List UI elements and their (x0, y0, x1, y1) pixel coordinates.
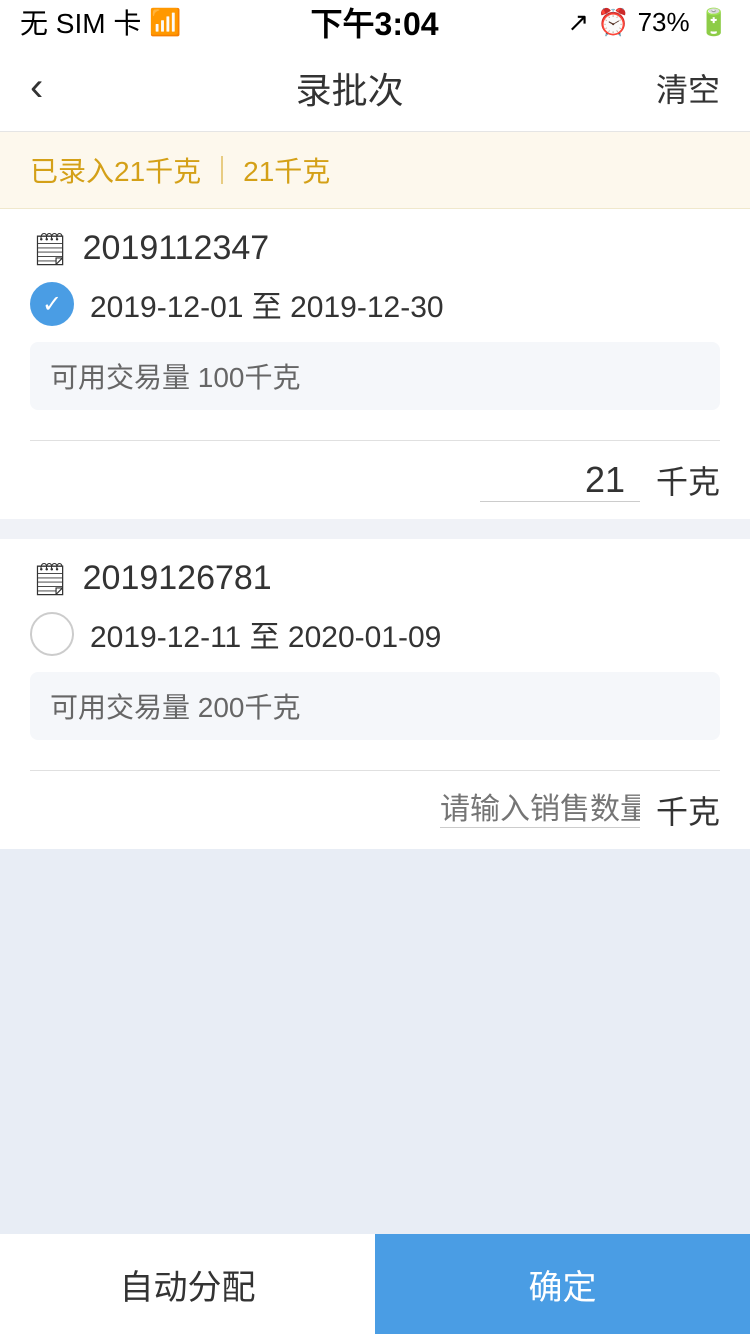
location-icon: ↗ (567, 7, 589, 38)
section-gap (0, 519, 750, 539)
batch-2-date-row[interactable]: 2019-12-11 至 2020-01-09 (30, 612, 720, 656)
battery-icon: 🔋 (698, 7, 730, 38)
batch-2-availability: 可用交易量 200千克 (30, 672, 720, 740)
batch-1-id: 2019112347 (83, 229, 270, 268)
auto-distribute-button[interactable]: 自动分配 (0, 1234, 375, 1334)
batch-2-item: 🗒 2019126781 2019-12-11 至 2020-01-09 可用交… (0, 539, 750, 770)
batch-1-card: 🗒 2019112347 ✓ 2019-12-01 至 2019-12-30 可… (0, 209, 750, 519)
status-time: 下午3:04 (311, 0, 439, 45)
status-bar: 无 SIM 卡 📶 下午3:04 ↗ ⏰ 73% 🔋 (0, 0, 750, 44)
recorded-amount: 已录入21千克 (30, 150, 201, 190)
batch-2-header: 🗒 2019126781 (30, 559, 720, 598)
back-button[interactable]: ‹ (30, 65, 43, 110)
batch-2-input-row: 千克 (0, 771, 750, 849)
batch-1-item: 🗒 2019112347 ✓ 2019-12-01 至 2019-12-30 可… (0, 209, 750, 440)
batch-2-date: 2019-12-11 至 2020-01-09 (90, 612, 441, 656)
batch-1-unit: 千克 (656, 457, 720, 503)
batch-1-header: 🗒 2019112347 (30, 229, 720, 268)
clear-button[interactable]: 清空 (656, 65, 720, 111)
batch-2-unit: 千克 (656, 787, 720, 833)
batch-1-availability: 可用交易量 100千克 (30, 342, 720, 410)
batch-1-radio[interactable]: ✓ (30, 282, 74, 326)
battery-label: 73% (638, 7, 690, 38)
status-left: 无 SIM 卡 📶 (20, 2, 182, 42)
batch-2-card: 🗒 2019126781 2019-12-11 至 2020-01-09 可用交… (0, 539, 750, 849)
batch-1-date-row[interactable]: ✓ 2019-12-01 至 2019-12-30 (30, 282, 720, 326)
total-amount: 21千克 (243, 150, 330, 190)
info-divider (221, 156, 223, 184)
batch-2-quantity-input[interactable] (440, 793, 640, 828)
wifi-icon: 📶 (149, 7, 181, 38)
batch-2-icon: 🗒 (30, 560, 71, 598)
empty-area (0, 849, 750, 1269)
sim-label: 无 SIM 卡 (20, 2, 141, 42)
confirm-button[interactable]: 确定 (375, 1234, 750, 1334)
status-right: ↗ ⏰ 73% 🔋 (567, 7, 730, 38)
batch-2-radio[interactable] (30, 612, 74, 656)
page-title: 录批次 (296, 62, 404, 114)
batch-1-icon: 🗒 (30, 230, 71, 268)
batch-1-quantity-input[interactable] (480, 459, 640, 502)
batch-1-date: 2019-12-01 至 2019-12-30 (90, 282, 444, 326)
bottom-bar: 自动分配 确定 (0, 1234, 750, 1334)
batch-2-id: 2019126781 (83, 559, 272, 598)
check-icon: ✓ (42, 290, 62, 319)
info-banner: 已录入21千克 21千克 (0, 132, 750, 209)
nav-bar: ‹ 录批次 清空 (0, 44, 750, 132)
alarm-icon: ⏰ (597, 7, 629, 38)
batch-1-quantity-row: 千克 (0, 441, 750, 519)
